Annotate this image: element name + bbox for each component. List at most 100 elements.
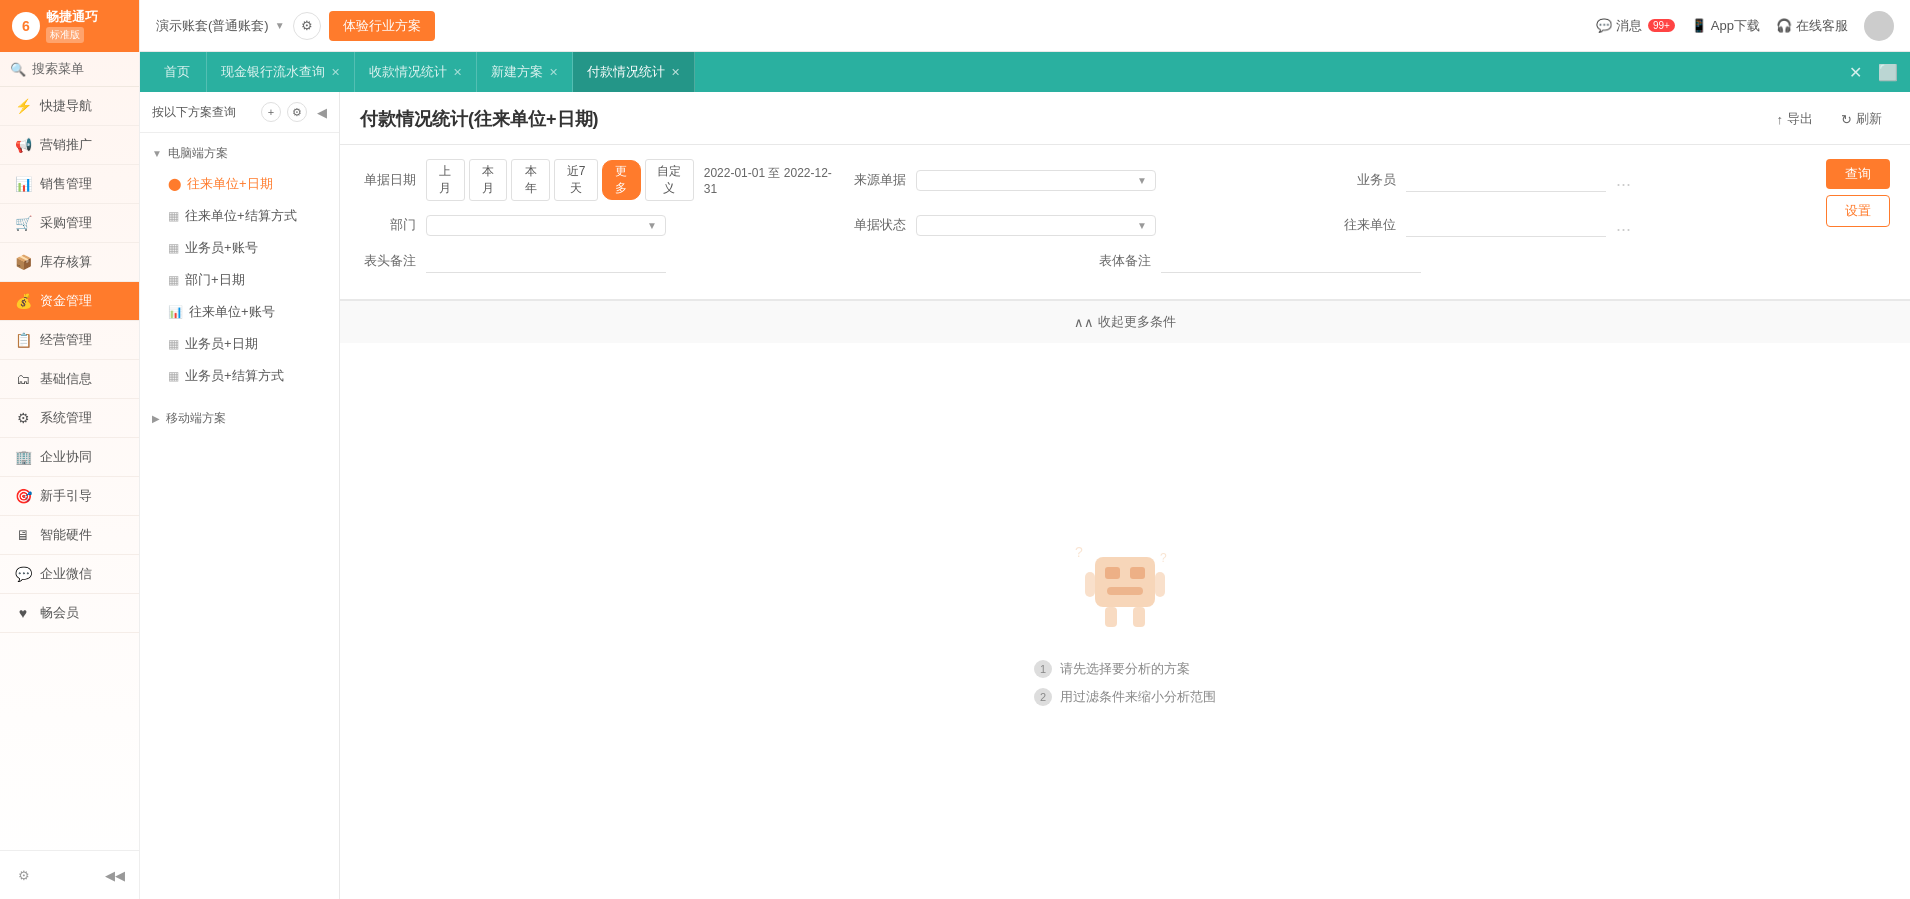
header-left: 演示账套(普通账套) ▼ ⚙ 体验行业方案 xyxy=(156,11,435,41)
sidebar-item-basic-info[interactable]: 🗂 基础信息 xyxy=(0,360,139,399)
app-download-btn[interactable]: 📱 App下载 xyxy=(1691,17,1760,35)
this-month-btn[interactable]: 本月 xyxy=(469,159,508,201)
tab-receipts-stats-label: 收款情况统计 xyxy=(369,63,447,81)
sidebar-item-marketing[interactable]: 📢 营销推广 xyxy=(0,126,139,165)
collapse-more-btn[interactable]: ∧∧ 收起更多条件 xyxy=(1062,309,1188,335)
smart-hw-icon: 🖥 xyxy=(14,526,32,544)
sidebar-item-label: 销售管理 xyxy=(40,175,92,193)
export-btn[interactable]: ↑ 导出 xyxy=(1769,106,1822,132)
header-settings-btn[interactable]: ⚙ xyxy=(293,12,321,40)
recent7-btn[interactable]: 近7天 xyxy=(554,159,598,201)
scheme-item-salesman-settlement[interactable]: ▦ 业务员+结算方式 xyxy=(140,360,339,392)
tab-bank-flow-close[interactable]: ✕ xyxy=(331,66,340,79)
desktop-group-arrow: ▼ xyxy=(152,148,162,159)
tab-home-label: 首页 xyxy=(164,63,190,81)
account-selector[interactable]: 演示账套(普通账套) ▼ xyxy=(156,17,285,35)
svg-rect-0 xyxy=(1095,557,1155,607)
this-year-btn[interactable]: 本年 xyxy=(511,159,550,201)
sidebar-item-enterprise[interactable]: 🏢 企业协同 xyxy=(0,438,139,477)
operations-icon: 📋 xyxy=(14,331,32,349)
sidebar-bottom: ⚙ ◀◀ xyxy=(0,850,139,899)
tab-maximize-btn[interactable]: ⬜ xyxy=(1874,59,1902,86)
logo-icon: 6 xyxy=(12,12,40,40)
sidebar-item-label: 系统管理 xyxy=(40,409,92,427)
messages-btn[interactable]: 💬 消息 99+ xyxy=(1596,17,1675,35)
partner-dots[interactable]: ... xyxy=(1616,215,1631,236)
tab-payment-stats-label: 付款情况统计 xyxy=(587,63,665,81)
scheme-settings-btn[interactable]: ⚙ xyxy=(287,102,307,122)
tab-payment-stats-close[interactable]: ✕ xyxy=(671,66,680,79)
filter-settings-btn[interactable]: 设置 xyxy=(1826,195,1890,227)
source-select[interactable]: ▼ xyxy=(916,170,1156,191)
scheme-item-unit-date[interactable]: ⬤ 往来单位+日期 xyxy=(140,168,339,200)
salesman-input[interactable] xyxy=(1406,168,1606,192)
body-note-input[interactable] xyxy=(1161,249,1421,273)
sidebar-collapse-btn[interactable]: ◀◀ xyxy=(101,861,129,889)
online-service-label: 在线客服 xyxy=(1796,17,1848,35)
sidebar-item-capital[interactable]: 💰 资金管理 xyxy=(0,282,139,321)
scheme-item-unit-settlement[interactable]: ▦ 往来单位+结算方式 xyxy=(140,200,339,232)
dept-label: 部门 xyxy=(360,216,416,234)
custom-btn[interactable]: 自定义 xyxy=(645,159,694,201)
refresh-icon: ↻ xyxy=(1841,112,1852,127)
scheme-item-unit-account[interactable]: 📊 往来单位+账号 xyxy=(140,296,339,328)
dept-select[interactable]: ▼ xyxy=(426,215,666,236)
salesman-dots[interactable]: ... xyxy=(1616,170,1631,191)
sidebar-item-wechat[interactable]: 💬 企业微信 xyxy=(0,555,139,594)
mobile-scheme-group: ▶ 移动端方案 xyxy=(140,398,339,439)
tab-home[interactable]: 首页 xyxy=(148,52,207,92)
tab-receipts-stats[interactable]: 收款情况统计 ✕ xyxy=(355,52,477,92)
tip-text-1: 请先选择要分析的方案 xyxy=(1060,660,1190,678)
sidebar-item-operations[interactable]: 📋 经营管理 xyxy=(0,321,139,360)
online-service-btn[interactable]: 🎧 在线客服 xyxy=(1776,17,1848,35)
mobile-group-title[interactable]: ▶ 移动端方案 xyxy=(140,404,339,433)
sidebar-item-guide[interactable]: 🎯 新手引导 xyxy=(0,477,139,516)
search-menu-item[interactable]: 🔍 搜索菜单 xyxy=(0,52,139,87)
sidebar-item-vip[interactable]: ♥ 畅会员 xyxy=(0,594,139,633)
left-panel-title: 按以下方案查询 xyxy=(152,104,236,121)
empty-state: ? ? 1 请先选择要分析的方案 2 用过滤条件来缩小分析范围 xyxy=(340,343,1910,899)
sidebar-item-label: 库存核算 xyxy=(40,253,92,271)
partner-label: 往来单位 xyxy=(1340,216,1396,234)
refresh-btn[interactable]: ↻ 刷新 xyxy=(1833,106,1890,132)
partner-input[interactable] xyxy=(1406,213,1606,237)
tab-payment-stats[interactable]: 付款情况统计 ✕ xyxy=(573,52,695,92)
sidebar-item-sales[interactable]: 📊 销售管理 xyxy=(0,165,139,204)
header-note-input[interactable] xyxy=(426,249,666,273)
guide-icon: 🎯 xyxy=(14,487,32,505)
scheme-item-salesman-account[interactable]: ▦ 业务员+账号 xyxy=(140,232,339,264)
sidebar-item-quick-nav[interactable]: ⚡ 快捷导航 xyxy=(0,87,139,126)
system-icon: ⚙ xyxy=(14,409,32,427)
tab-bank-flow[interactable]: 现金银行流水查询 ✕ xyxy=(207,52,355,92)
sidebar-item-label: 经营管理 xyxy=(40,331,92,349)
last-month-btn[interactable]: 上月 xyxy=(426,159,465,201)
query-btn[interactable]: 查询 xyxy=(1826,159,1890,189)
sidebar-item-smart-hw[interactable]: 🖥 智能硬件 xyxy=(0,516,139,555)
tab-receipts-stats-close[interactable]: ✕ xyxy=(453,66,462,79)
filter-col-source: 来源单据 ▼ xyxy=(850,170,1324,191)
sidebar-item-label: 营销推广 xyxy=(40,136,92,154)
sidebar-item-inventory[interactable]: 📦 库存核算 xyxy=(0,243,139,282)
user-avatar[interactable] xyxy=(1864,11,1894,41)
sidebar-item-purchase[interactable]: 🛒 采购管理 xyxy=(0,204,139,243)
account-name: 演示账套(普通账套) xyxy=(156,17,269,35)
bill-status-select[interactable]: ▼ xyxy=(916,215,1156,236)
date-filter-control: 上月 本月 本年 近7天 更多 自定义 2022-01-01 至 2022-12… xyxy=(426,159,834,201)
scheme-item-salesman-date[interactable]: ▦ 业务员+日期 xyxy=(140,328,339,360)
content-area: 按以下方案查询 + ⚙ ◀ ▼ 电脑端方案 ⬤ 往来单位+日期 ▦ xyxy=(140,92,1910,899)
trial-btn[interactable]: 体验行业方案 xyxy=(329,11,435,41)
tab-bar-actions: ✕ ⬜ xyxy=(1845,59,1902,86)
sidebar-item-label: 资金管理 xyxy=(40,292,92,310)
tab-close-all-btn[interactable]: ✕ xyxy=(1845,59,1866,86)
main-area: 演示账套(普通账套) ▼ ⚙ 体验行业方案 💬 消息 99+ 📱 App下载 🎧… xyxy=(140,0,1910,899)
sidebar-settings-btn[interactable]: ⚙ xyxy=(10,861,38,889)
scheme-item-dept-date[interactable]: ▦ 部门+日期 xyxy=(140,264,339,296)
add-scheme-btn[interactable]: + xyxy=(261,102,281,122)
salesman-label: 业务员 xyxy=(1340,171,1396,189)
tab-new-scheme-close[interactable]: ✕ xyxy=(549,66,558,79)
tab-new-scheme[interactable]: 新建方案 ✕ xyxy=(477,52,573,92)
sidebar-item-system[interactable]: ⚙ 系统管理 xyxy=(0,399,139,438)
more-btn[interactable]: 更多 xyxy=(602,160,641,200)
left-panel-collapse-btn[interactable]: ◀ xyxy=(317,105,327,120)
desktop-group-title[interactable]: ▼ 电脑端方案 xyxy=(140,139,339,168)
